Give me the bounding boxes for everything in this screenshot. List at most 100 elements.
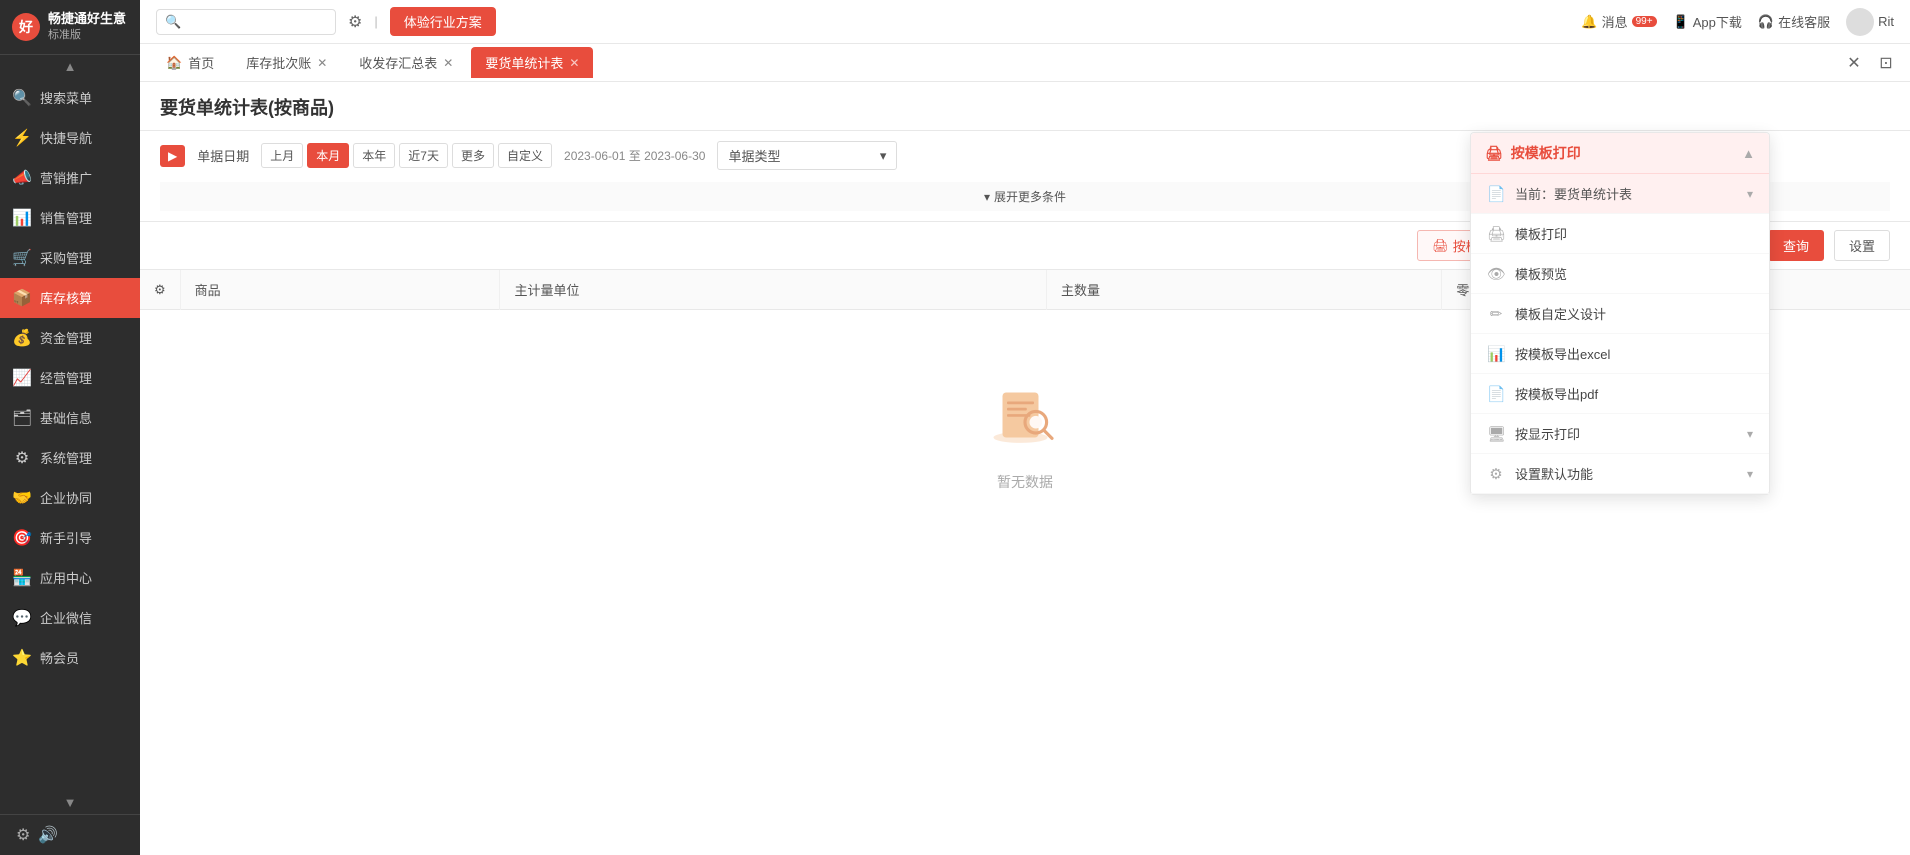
sidebar-item-label-purchase: 采购管理 bbox=[40, 248, 92, 267]
template-excel-label: 按模板导出excel bbox=[1515, 344, 1610, 363]
print-dropdown-title-label: 按模板打印 bbox=[1511, 143, 1581, 163]
tab-home[interactable]: 🏠 首页 bbox=[152, 47, 228, 78]
filter-date-more[interactable]: 更多 bbox=[452, 143, 494, 168]
topbar-gear-icon[interactable]: ⚙ bbox=[348, 12, 362, 32]
sidebar-item-sales[interactable]: 📊 销售管理 bbox=[0, 198, 140, 238]
sidebar-item-wechat[interactable]: 💬 企业微信 bbox=[0, 598, 140, 638]
print-dropdown-header-right: ▲ bbox=[1742, 146, 1755, 161]
filter-date-prev-month[interactable]: 上月 bbox=[261, 143, 303, 168]
sidebar-item-quick-nav[interactable]: ⚡ 快捷导航 bbox=[0, 118, 140, 158]
marketing-icon: 📣 bbox=[12, 168, 32, 188]
sidebar-item-member[interactable]: ⭐ 畅会员 bbox=[0, 638, 140, 678]
sidebar-item-inventory[interactable]: 📦 库存核算 bbox=[0, 278, 140, 318]
tab-maximize-btn[interactable]: ⊡ bbox=[1874, 51, 1898, 75]
tab-home-label: 首页 bbox=[188, 53, 214, 72]
tab-batch-label: 库存批次账 bbox=[246, 53, 311, 72]
notification-btn[interactable]: 🔔 消息 99+ bbox=[1581, 12, 1656, 31]
dropdown-template-print[interactable]: 🖨 模板打印 bbox=[1471, 214, 1769, 254]
settings-bottom-icon[interactable]: ⚙ bbox=[16, 825, 30, 845]
app-download-btn[interactable]: 📱 App下载 bbox=[1673, 12, 1742, 31]
appstore-icon: 🏪 bbox=[12, 568, 32, 588]
tab-batch-account[interactable]: 库存批次账 ✕ bbox=[232, 47, 341, 78]
sidebar-item-label-marketing: 营销推广 bbox=[40, 168, 92, 187]
chevron-down-icon: ▾ bbox=[984, 190, 990, 204]
print-dropdown-header[interactable]: 🖨 按模板打印 ▲ bbox=[1471, 133, 1769, 174]
sidebar-item-label-finance: 资金管理 bbox=[40, 328, 92, 347]
sidebar-item-collab[interactable]: 🤝 企业协同 bbox=[0, 478, 140, 518]
filter-date-group: 上月 本月 本年 近7天 更多 自定义 bbox=[261, 143, 552, 168]
filter-date-custom[interactable]: 自定义 bbox=[498, 143, 552, 168]
default-func-label: 设置默认功能 bbox=[1515, 464, 1593, 483]
template-design-label: 模板自定义设计 bbox=[1515, 304, 1606, 323]
app-name: 畅捷通好生意 bbox=[48, 10, 126, 28]
sidebar-item-finance[interactable]: 💰 资金管理 bbox=[0, 318, 140, 358]
dropdown-template-pdf[interactable]: 📄 按模板导出pdf bbox=[1471, 374, 1769, 414]
notification-label: 消息 bbox=[1602, 12, 1628, 31]
template-excel-icon: 📊 bbox=[1487, 345, 1505, 363]
user-avatar-area[interactable]: Rit bbox=[1846, 8, 1894, 36]
sidebar-item-operation[interactable]: 📈 经营管理 bbox=[0, 358, 140, 398]
filter-date-7days[interactable]: 近7天 bbox=[399, 143, 448, 168]
headset-icon: 🎧 bbox=[1758, 14, 1774, 30]
app-download-label: App下载 bbox=[1693, 12, 1742, 31]
settings-btn[interactable]: 设置 bbox=[1834, 230, 1890, 261]
sidebar-item-search[interactable]: 🔍 搜索菜单 bbox=[0, 78, 140, 118]
filter-type-select[interactable]: 单据类型 ▾ bbox=[717, 141, 897, 170]
inventory-icon: 📦 bbox=[12, 288, 32, 308]
quick-nav-icon: ⚡ bbox=[12, 128, 32, 148]
notification-badge: 99+ bbox=[1632, 16, 1657, 27]
dropdown-template-preview[interactable]: 👁 模板预览 bbox=[1471, 254, 1769, 294]
display-print-label: 按显示打印 bbox=[1515, 424, 1580, 443]
template-print-icon: 🖨 bbox=[1487, 225, 1505, 243]
template-design-icon: ✏ bbox=[1487, 305, 1505, 323]
template-preview-icon: 👁 bbox=[1487, 265, 1505, 283]
online-service-btn[interactable]: 🎧 在线客服 bbox=[1758, 12, 1830, 31]
sidebar-item-marketing[interactable]: 📣 营销推广 bbox=[0, 158, 140, 198]
tab-order-close[interactable]: ✕ bbox=[569, 56, 579, 70]
sidebar-item-label-system: 系统管理 bbox=[40, 448, 92, 467]
sound-icon[interactable]: 🔊 bbox=[38, 825, 58, 845]
dropdown-template-excel[interactable]: 📊 按模板导出excel bbox=[1471, 334, 1769, 374]
tab-batch-close[interactable]: ✕ bbox=[317, 56, 327, 70]
default-func-left: ⚙ 设置默认功能 bbox=[1487, 464, 1593, 483]
app-logo: 好 畅捷通好生意 标准版 bbox=[0, 0, 140, 55]
sidebar-item-label-collab: 企业协同 bbox=[40, 488, 92, 507]
tab-collection-label: 收发存汇总表 bbox=[359, 53, 437, 72]
tab-close-window-btn[interactable]: ✕ bbox=[1842, 51, 1866, 75]
query-btn[interactable]: 查询 bbox=[1768, 230, 1824, 261]
sidebar-item-appstore[interactable]: 🏪 应用中心 bbox=[0, 558, 140, 598]
filter-date-current-year[interactable]: 本年 bbox=[353, 143, 395, 168]
default-func-chevron: ▾ bbox=[1747, 467, 1753, 481]
empty-text: 暂无数据 bbox=[997, 472, 1053, 492]
filter-date-current-month[interactable]: 本月 bbox=[307, 143, 349, 168]
search-icon: 🔍 bbox=[12, 88, 32, 108]
filter-expand-btn[interactable]: ▶ bbox=[160, 145, 185, 167]
sidebar-item-label-guide: 新手引导 bbox=[40, 528, 92, 547]
sidebar-scroll-down[interactable]: ▼ bbox=[0, 791, 140, 814]
sidebar-item-system[interactable]: ⚙ 系统管理 bbox=[0, 438, 140, 478]
topbar-search-box[interactable]: 🔍 bbox=[156, 9, 336, 35]
dropdown-template-design[interactable]: ✏ 模板自定义设计 bbox=[1471, 294, 1769, 334]
display-print-icon: 🖥 bbox=[1487, 425, 1505, 443]
home-icon: 🏠 bbox=[166, 55, 182, 71]
tab-order-stats[interactable]: 要货单统计表 ✕ bbox=[471, 47, 593, 78]
topbar-search-icon: 🔍 bbox=[165, 14, 181, 30]
trial-btn[interactable]: 体验行业方案 bbox=[390, 7, 496, 36]
finance-icon: 💰 bbox=[12, 328, 32, 348]
sidebar-scroll-up[interactable]: ▲ bbox=[0, 55, 140, 78]
online-service-label: 在线客服 bbox=[1778, 12, 1830, 31]
tab-collection-close[interactable]: ✕ bbox=[443, 56, 453, 70]
sidebar-item-guide[interactable]: 🎯 新手引导 bbox=[0, 518, 140, 558]
col-settings[interactable]: ⚙ bbox=[140, 270, 180, 310]
tab-collection-summary[interactable]: 收发存汇总表 ✕ bbox=[345, 47, 467, 78]
display-print-chevron: ▾ bbox=[1747, 427, 1753, 441]
dropdown-default-func[interactable]: ⚙ 设置默认功能 ▾ bbox=[1471, 454, 1769, 494]
dropdown-display-print[interactable]: 🖥 按显示打印 ▾ bbox=[1471, 414, 1769, 454]
dropdown-current-template[interactable]: 📄 当前：要货单统计表 ▾ bbox=[1471, 174, 1769, 214]
member-icon: ⭐ bbox=[12, 648, 32, 668]
template-preview-label: 模板预览 bbox=[1515, 264, 1567, 283]
sidebar-item-purchase[interactable]: 🛒 采购管理 bbox=[0, 238, 140, 278]
sidebar-item-basic[interactable]: 🗂 基础信息 bbox=[0, 398, 140, 438]
print-dropdown: 🖨 按模板打印 ▲ 📄 当前：要货单统计表 ▾ 🖨 模板打印 👁 bbox=[1470, 132, 1770, 495]
sidebar-bottom: ⚙ 🔊 bbox=[0, 814, 140, 855]
